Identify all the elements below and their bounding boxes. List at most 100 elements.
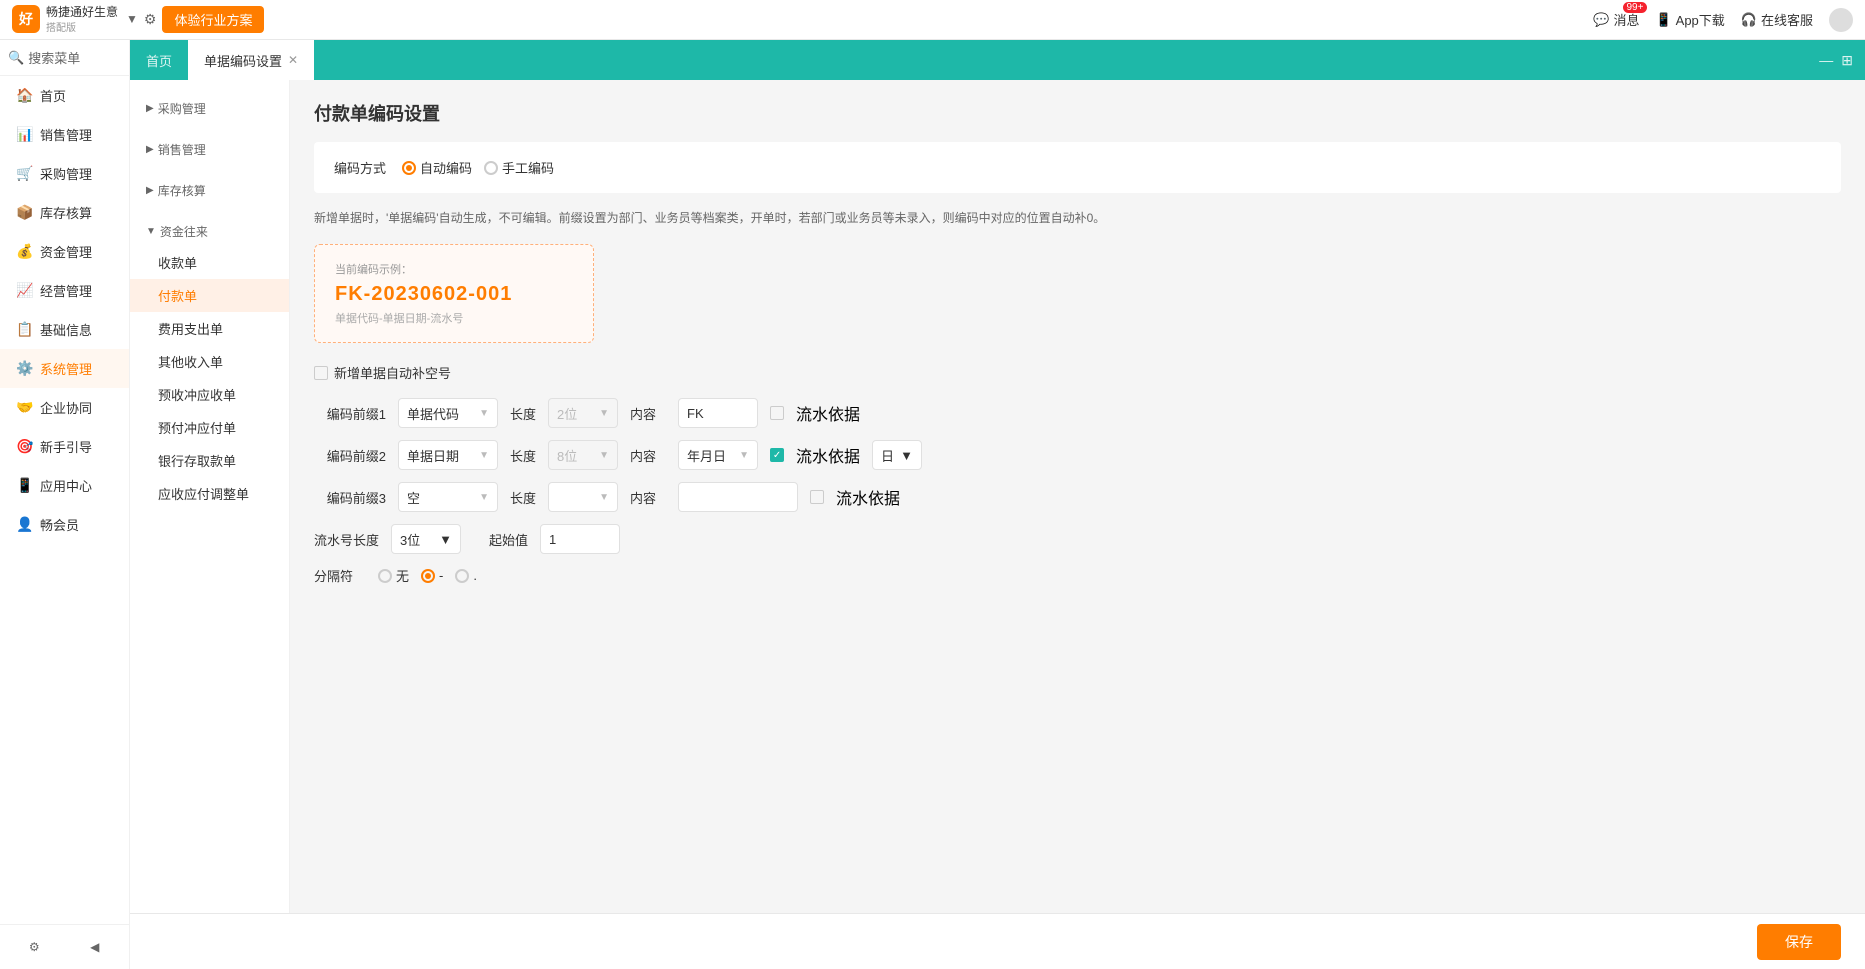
- serial-length-label: 流水号长度: [314, 530, 379, 549]
- start-value-input[interactable]: 1: [540, 524, 620, 554]
- submenu-item-expense[interactable]: 费用支出单: [130, 312, 289, 345]
- sidebar-item-inventory[interactable]: 📦 库存核算: [0, 193, 129, 232]
- logo-sub: 搭配版: [46, 19, 118, 34]
- length2-select[interactable]: 8位 ▼: [548, 440, 618, 470]
- tab-home[interactable]: 首页: [130, 40, 188, 80]
- sep-dot-circle: [455, 569, 469, 583]
- submenu-section-capital-title[interactable]: ▼ 资金往来: [130, 217, 289, 246]
- submenu-item-advance-offset[interactable]: 预付冲应付单: [130, 411, 289, 444]
- message-item[interactable]: 💬 消息 99+: [1593, 10, 1639, 29]
- tab-close-icon[interactable]: ✕: [288, 53, 298, 67]
- dropdown-arrow-icon[interactable]: ▼: [126, 12, 138, 26]
- submenu-section-purchase-title[interactable]: ▶ 采购管理: [130, 94, 289, 123]
- length1-select[interactable]: 2位 ▼: [548, 398, 618, 428]
- sidebar-menu: 🏠 首页 📊 销售管理 🛒 采购管理 📦 库存核算 💰 资金管理 📈 经: [0, 76, 129, 924]
- serial-length-value: 3位: [400, 530, 420, 549]
- submenu-section-sales-title[interactable]: ▶ 销售管理: [130, 135, 289, 164]
- serial1-checkbox[interactable]: [770, 406, 784, 420]
- sidebar-item-enterprise[interactable]: 🤝 企业协同: [0, 388, 129, 427]
- length2-value: 8位: [557, 446, 577, 465]
- submenu-item-prepay-offset[interactable]: 预收冲应收单: [130, 378, 289, 411]
- submenu-item-adjust[interactable]: 应收应付调整单: [130, 477, 289, 510]
- tabbar-actions: — ⊞: [1819, 52, 1865, 69]
- code-example-title: 当前编码示例：: [335, 261, 573, 277]
- radio-auto-label: 自动编码: [420, 158, 472, 177]
- content2-label: 内容: [630, 446, 666, 465]
- code-example-value: FK-20230602-001: [335, 283, 573, 306]
- radio-auto-circle: [402, 161, 416, 175]
- radio-manual[interactable]: 手工编码: [484, 158, 554, 177]
- topbar-left: 好 畅捷通好生意 搭配版 ▼ ⚙ 体验行业方案: [12, 5, 264, 34]
- sidebar-item-purchase[interactable]: 🛒 采购管理: [0, 154, 129, 193]
- save-button[interactable]: 保存: [1757, 924, 1841, 960]
- serial-length-select[interactable]: 3位 ▼: [391, 524, 461, 554]
- length1-arrow-icon: ▼: [599, 408, 609, 419]
- arrow-down-icon: ▼: [146, 226, 156, 237]
- purchase-icon: 🛒: [16, 165, 32, 182]
- trial-button[interactable]: 体验行业方案: [162, 6, 264, 33]
- sep-none-label: 无: [396, 566, 409, 585]
- submenu-item-receipt[interactable]: 收款单: [130, 246, 289, 279]
- settings-footer-btn[interactable]: ⚙: [8, 933, 61, 961]
- guide-icon: 🎯: [16, 438, 32, 455]
- collapse-footer-btn[interactable]: ◀: [69, 933, 122, 961]
- logo-text: 畅捷通好生意: [46, 5, 118, 19]
- submenu-section-inventory-title[interactable]: ▶ 库存核算: [130, 176, 289, 205]
- prefix2-label: 编码前缀2: [314, 446, 386, 465]
- tabbar-expand-btn[interactable]: ⊞: [1841, 52, 1853, 69]
- sidebar-item-appstore[interactable]: 📱 应用中心: [0, 466, 129, 505]
- length3-select[interactable]: ▼: [548, 482, 618, 512]
- page-title: 付款单编码设置: [314, 100, 1841, 126]
- code-example-desc: 单据代码-单据日期-流水号: [335, 310, 573, 326]
- service-item[interactable]: 🎧 在线客服: [1741, 10, 1813, 29]
- prefix1-select[interactable]: 单据代码 ▼: [398, 398, 498, 428]
- sidebar-item-sales[interactable]: 📊 销售管理: [0, 115, 129, 154]
- download-item[interactable]: 📱 App下载: [1655, 10, 1724, 29]
- day-select[interactable]: 日 ▼: [872, 440, 922, 470]
- download-icon: 📱: [1655, 12, 1671, 28]
- prefix3-select[interactable]: 空 ▼: [398, 482, 498, 512]
- bottom-bar: 保存: [130, 913, 1865, 969]
- service-label: 在线客服: [1761, 10, 1813, 29]
- service-icon: 🎧: [1741, 12, 1757, 28]
- radio-manual-label: 手工编码: [502, 158, 554, 177]
- sidebar-item-guide[interactable]: 🎯 新手引导: [0, 427, 129, 466]
- tab-coding-label: 单据编码设置: [204, 51, 282, 70]
- sidebar-search[interactable]: 🔍 搜索菜单: [0, 40, 129, 76]
- sidebar-item-label: 系统管理: [40, 359, 92, 378]
- sidebar-item-system[interactable]: ⚙️ 系统管理: [0, 349, 129, 388]
- content1-input[interactable]: FK: [678, 398, 758, 428]
- auto-fill-checkbox[interactable]: [314, 366, 328, 380]
- sep-dot-option[interactable]: .: [455, 568, 477, 583]
- sep-none-option[interactable]: 无: [378, 566, 409, 585]
- serial3-checkbox[interactable]: [810, 490, 824, 504]
- search-label: 搜索菜单: [28, 48, 80, 67]
- sidebar-item-home[interactable]: 🏠 首页: [0, 76, 129, 115]
- sep-dash-option[interactable]: -: [421, 568, 443, 583]
- prefix2-value: 单据日期: [407, 446, 459, 465]
- tabbar-minimize-btn[interactable]: —: [1819, 52, 1833, 68]
- gear-icon[interactable]: ⚙: [144, 11, 157, 28]
- serial3-label: 流水依据: [836, 485, 900, 509]
- serial2-checkbox[interactable]: ✓: [770, 448, 784, 462]
- content2-select[interactable]: 年月日 ▼: [678, 440, 758, 470]
- sidebar-item-member[interactable]: 👤 畅会员: [0, 505, 129, 544]
- sidebar-item-basic[interactable]: 📋 基础信息: [0, 310, 129, 349]
- submenu-item-other-income[interactable]: 其他收入单: [130, 345, 289, 378]
- submenu-item-payment[interactable]: 付款单: [130, 279, 289, 312]
- sidebar-item-label: 采购管理: [40, 164, 92, 183]
- radio-auto[interactable]: 自动编码: [402, 158, 472, 177]
- submenu-item-bank[interactable]: 银行存取款单: [130, 444, 289, 477]
- submenu-section-sales: ▶ 销售管理: [130, 129, 289, 170]
- sidebar-item-label: 销售管理: [40, 125, 92, 144]
- sidebar-item-business[interactable]: 📈 经营管理: [0, 271, 129, 310]
- code-example-box: 当前编码示例： FK-20230602-001 单据代码-单据日期-流水号: [314, 244, 594, 343]
- user-avatar[interactable]: [1829, 8, 1853, 32]
- topbar-right: 💬 消息 99+ 📱 App下载 🎧 在线客服: [1593, 8, 1853, 32]
- coding-method-card: 编码方式 自动编码 手工编码: [314, 142, 1841, 193]
- tab-coding[interactable]: 单据编码设置 ✕: [188, 40, 314, 80]
- content3-input[interactable]: [678, 482, 798, 512]
- prefix2-select[interactable]: 单据日期 ▼: [398, 440, 498, 470]
- sidebar-item-finance[interactable]: 💰 资金管理: [0, 232, 129, 271]
- sidebar-item-label: 新手引导: [40, 437, 92, 456]
